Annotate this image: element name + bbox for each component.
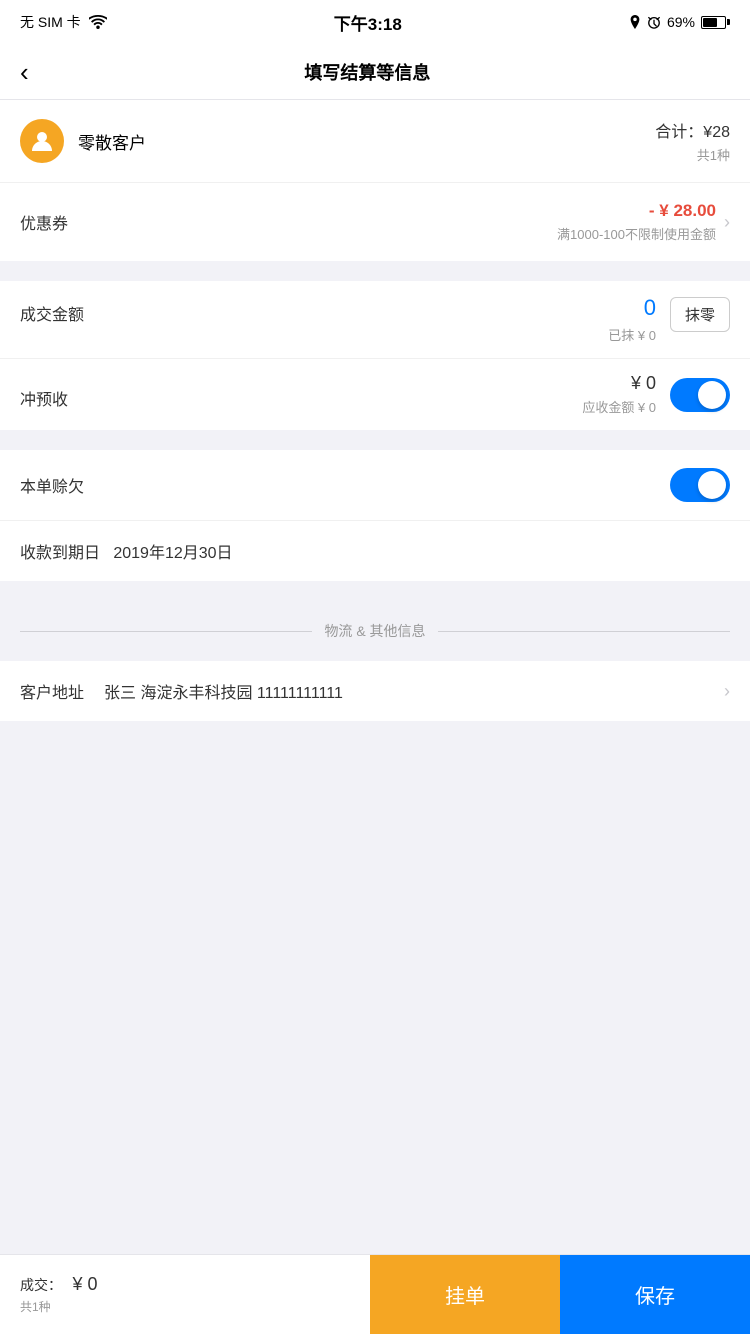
coupon-label: 优惠券 <box>20 210 68 234</box>
toggle-knob <box>698 381 726 409</box>
footer-deal-amount: ¥ 0 <box>72 1274 97 1294</box>
address-left: 客户地址 张三 海淀永丰科技园 11111111111 <box>20 679 343 703</box>
address-key: 客户地址 <box>20 679 84 703</box>
total-count: 共1种 <box>655 145 730 164</box>
duedate-row: 收款到期日 2019年12月30日 <box>0 520 750 581</box>
credit-toggle-knob <box>698 471 726 499</box>
divider-line-left <box>20 631 312 632</box>
prepay-label: 冲预收 <box>20 380 68 410</box>
prepay-right: ¥ 0 应收金额 ¥ 0 <box>582 373 730 416</box>
status-right: 69% <box>629 14 730 30</box>
transaction-sub: 已抹 ¥ 0 <box>608 325 656 344</box>
prepay-sub: 应收金额 ¥ 0 <box>582 397 656 416</box>
alarm-icon <box>647 15 661 29</box>
total-amount: 合计：¥28 <box>655 118 730 142</box>
footer-count: 共1种 <box>20 1298 350 1315</box>
footer: 成交： ¥ 0 共1种 挂单 保存 <box>0 1254 750 1334</box>
person-icon <box>28 127 56 155</box>
footer-deal-label: 成交： <box>20 1277 62 1293</box>
wifi-icon <box>89 15 107 29</box>
duedate-value[interactable]: 2019年12月30日 <box>113 545 232 562</box>
status-bar: 无 SIM 卡 下午3:18 69% <box>0 0 750 44</box>
credit-toggle[interactable] <box>670 468 730 502</box>
divider-line-right <box>438 631 730 632</box>
transaction-right: 0 已抹 ¥ 0 抹零 <box>608 295 730 344</box>
status-left: 无 SIM 卡 <box>20 12 107 32</box>
credit-section: 本单赊欠 收款到期日 2019年12月30日 <box>0 450 750 581</box>
footer-info: 成交： ¥ 0 共1种 <box>0 1274 370 1315</box>
bottom-spacer <box>0 731 750 931</box>
battery-icon <box>701 16 730 29</box>
location-icon <box>629 15 641 29</box>
back-button[interactable]: ‹ <box>20 59 29 85</box>
transaction-value-block: 0 已抹 ¥ 0 <box>608 295 656 344</box>
prepay-value-block: ¥ 0 应收金额 ¥ 0 <box>582 373 656 416</box>
address-section: 客户地址 张三 海淀永丰科技园 11111111111 › <box>0 661 750 721</box>
coupon-info: - ¥ 28.00 满1000-100不限制使用金额 <box>557 201 716 243</box>
address-row[interactable]: 客户地址 张三 海淀永丰科技园 11111111111 › <box>0 661 750 721</box>
battery-text: 69% <box>667 14 695 30</box>
section-divider-1 <box>0 271 750 281</box>
transaction-amount[interactable]: 0 <box>608 295 656 321</box>
customer-name: 零散客户 <box>78 129 146 154</box>
address-value: 张三 海淀永丰科技园 11111111111 <box>104 679 343 703</box>
prepay-amount: ¥ 0 <box>582 373 656 394</box>
chevron-right-icon: › <box>724 212 730 233</box>
logistics-divider: 物流 & 其他信息 <box>20 621 730 641</box>
prepay-toggle[interactable] <box>670 378 730 412</box>
duedate-label: 收款到期日 <box>20 545 100 562</box>
coupon-row[interactable]: 优惠券 - ¥ 28.00 满1000-100不限制使用金额 › <box>0 182 750 261</box>
prepay-row: 冲预收 ¥ 0 应收金额 ¥ 0 <box>0 359 750 430</box>
section-divider-2 <box>0 440 750 450</box>
nav-bar: ‹ 填写结算等信息 <box>0 44 750 100</box>
carrier-text: 无 SIM 卡 <box>20 12 81 32</box>
footer-deal-row: 成交： ¥ 0 <box>20 1274 350 1295</box>
hold-button[interactable]: 挂单 <box>370 1255 560 1334</box>
transaction-row: 成交金额 0 已抹 ¥ 0 抹零 <box>0 281 750 359</box>
coupon-discount: - ¥ 28.00 <box>557 201 716 221</box>
credit-label: 本单赊欠 <box>20 473 84 497</box>
customer-row: 零散客户 合计：¥28 共1种 <box>0 100 750 182</box>
avatar <box>20 119 64 163</box>
logistics-section: 物流 & 其他信息 <box>0 601 750 661</box>
duedate-content: 收款到期日 2019年12月30日 <box>20 545 233 562</box>
address-chevron-icon: › <box>724 681 730 702</box>
round-button[interactable]: 抹零 <box>670 297 730 332</box>
coupon-right: - ¥ 28.00 满1000-100不限制使用金额 › <box>557 201 730 243</box>
customer-left: 零散客户 <box>20 119 146 163</box>
coupon-description: 满1000-100不限制使用金额 <box>557 224 716 243</box>
logistics-label: 物流 & 其他信息 <box>324 621 425 641</box>
save-button[interactable]: 保存 <box>560 1255 750 1334</box>
credit-row: 本单赊欠 <box>0 450 750 520</box>
transaction-section: 成交金额 0 已抹 ¥ 0 抹零 冲预收 ¥ 0 应收金额 ¥ 0 <box>0 281 750 430</box>
transaction-label: 成交金额 <box>20 295 84 325</box>
page-title: 填写结算等信息 <box>45 59 690 85</box>
status-time: 下午3:18 <box>334 10 402 35</box>
section-divider-3 <box>0 591 750 601</box>
customer-section: 零散客户 合计：¥28 共1种 优惠券 - ¥ 28.00 满1000-100不… <box>0 100 750 261</box>
customer-right: 合计：¥28 共1种 <box>655 118 730 164</box>
